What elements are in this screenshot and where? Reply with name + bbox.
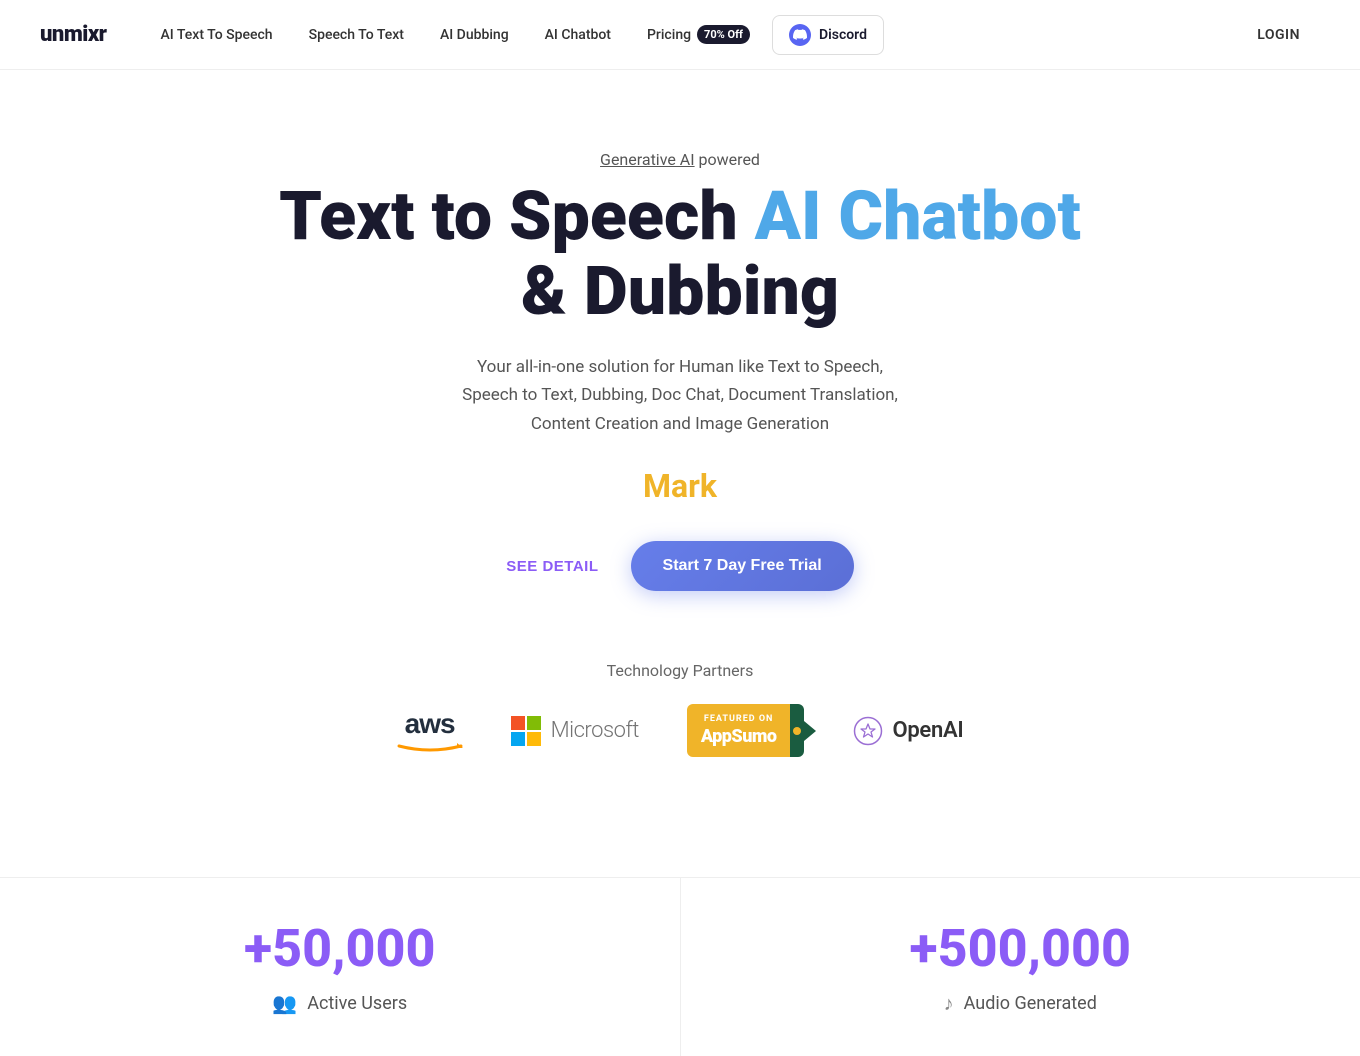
discord-label: Discord <box>819 27 867 43</box>
see-detail-button[interactable]: SEE DETAIL <box>506 558 598 575</box>
appsumo-tag <box>790 704 804 757</box>
stat-audio: +500,000 ♪ Audio Generated <box>681 878 1360 1056</box>
stats-section: +50,000 👥 Active Users +500,000 ♪ Audio … <box>0 877 1360 1056</box>
hero-subtitle-underlined: Generative AI <box>600 150 695 169</box>
ms-blue <box>511 732 525 746</box>
appsumo-logo: FEATURED ON AppSumo <box>687 704 805 757</box>
microsoft-text: Microsoft <box>551 718 639 743</box>
partners-logos: aws Microsoft <box>270 704 1090 757</box>
stat-users-number: +50,000 <box>20 918 660 979</box>
aws-logo: aws <box>397 708 463 754</box>
brand-logo[interactable]: unmixr <box>40 22 107 47</box>
nav-item-pricing[interactable]: Pricing 70% Off <box>633 17 764 52</box>
openai-text: OpenAI <box>892 718 963 743</box>
nav-item-stt[interactable]: Speech To Text <box>295 19 418 51</box>
hero-title-highlight: AI Chatbot <box>755 176 1081 256</box>
hero-subtitle: Generative AI powered <box>270 150 1090 169</box>
appsumo-name-text: AppSumo <box>701 726 777 747</box>
stat-audio-label-text: Audio Generated <box>964 993 1097 1014</box>
hero-title-part1: Text to Speech <box>279 176 755 256</box>
discord-icon <box>789 24 811 46</box>
ms-yellow <box>527 732 541 746</box>
ms-grid-icon <box>511 716 541 746</box>
stat-users-label: 👥 Active Users <box>20 991 660 1015</box>
nav-links: AI Text To Speech Speech To Text AI Dubb… <box>147 15 1238 55</box>
users-icon: 👥 <box>272 991 297 1015</box>
openai-icon <box>852 715 884 747</box>
trial-button[interactable]: Start 7 Day Free Trial <box>631 541 854 591</box>
audio-icon: ♪ <box>944 991 954 1016</box>
nav-item-chatbot[interactable]: AI Chatbot <box>531 19 625 51</box>
discord-button[interactable]: Discord <box>772 15 884 55</box>
login-button[interactable]: LOGIN <box>1237 19 1320 51</box>
tech-partners-title: Technology Partners <box>270 661 1090 680</box>
navbar: unmixr AI Text To Speech Speech To Text … <box>0 0 1360 70</box>
appsumo-tag-dot <box>793 727 801 735</box>
nav-item-dubbing[interactable]: AI Dubbing <box>426 19 523 51</box>
tech-partners-section: Technology Partners aws <box>270 661 1090 757</box>
stat-users: +50,000 👥 Active Users <box>0 878 681 1056</box>
nav-item-ai-tts[interactable]: AI Text To Speech <box>147 19 287 51</box>
hero-title-part2: & Dubbing <box>521 251 839 331</box>
appsumo-featured-text: FEATURED ON <box>701 714 777 724</box>
appsumo-arrow <box>804 721 816 741</box>
stat-audio-number: +500,000 <box>701 918 1341 979</box>
ms-green <box>527 716 541 730</box>
stat-audio-label: ♪ Audio Generated <box>701 991 1341 1016</box>
hero-name: Mark <box>270 467 1090 505</box>
hero-description: Your all-in-one solution for Human like … <box>270 353 1090 440</box>
openai-logo: OpenAI <box>852 715 963 747</box>
hero-buttons: SEE DETAIL Start 7 Day Free Trial <box>270 541 1090 591</box>
appsumo-main: FEATURED ON AppSumo <box>687 704 791 757</box>
aws-text: aws <box>405 708 455 740</box>
hero-section: Generative AI powered Text to Speech AI … <box>230 70 1130 877</box>
ms-red <box>511 716 525 730</box>
stat-users-label-text: Active Users <box>307 993 407 1014</box>
microsoft-logo: Microsoft <box>511 716 639 746</box>
hero-subtitle-rest: powered <box>695 150 760 169</box>
hero-title: Text to Speech AI Chatbot & Dubbing <box>270 179 1090 329</box>
